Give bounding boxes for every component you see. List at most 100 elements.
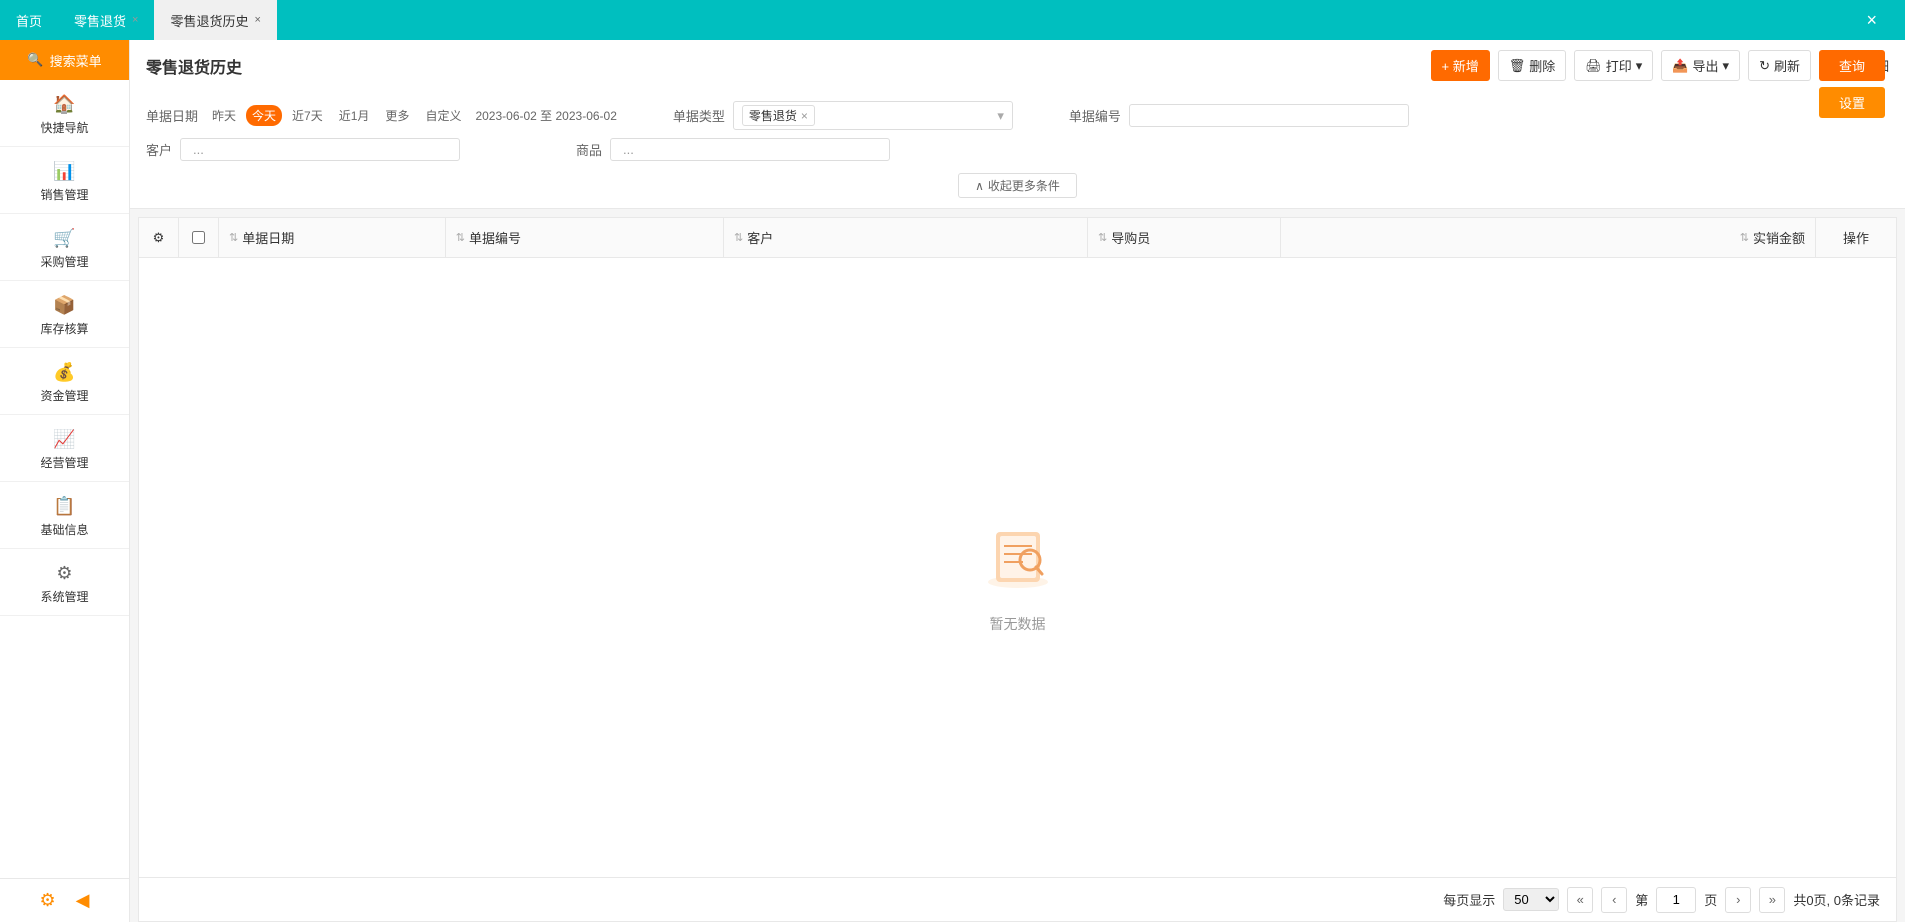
new-button[interactable]: + 新增 (1431, 50, 1490, 81)
pagination-bar: 每页显示 50 10 20 100 « ‹ 第 页 › » 共0页, 0条记录 (139, 877, 1896, 921)
tab-close-return-history[interactable]: × (254, 14, 260, 26)
sidebar-item-sales[interactable]: 📊 销售管理 (0, 147, 129, 214)
sidebar-search[interactable]: 🔍 搜索菜单 (0, 40, 129, 80)
settings-button[interactable]: 设置 (1819, 87, 1885, 118)
filter-action-buttons: 查询 设置 (1819, 50, 1885, 118)
no-label: 单据编号 (1069, 106, 1121, 125)
sidebar-item-quick-nav[interactable]: 🏠 快捷导航 (0, 80, 129, 147)
sidebar-label-operation: 经营管理 (40, 454, 88, 471)
sidebar-label-system: 系统管理 (40, 588, 88, 605)
date-opt-more[interactable]: 更多 (379, 105, 415, 126)
sidebar-item-system[interactable]: ⚙ 系统管理 (0, 549, 129, 616)
sidebar-label-sales: 销售管理 (40, 186, 88, 203)
filter-area: 单据日期 昨天 今天 近7天 近1月 更多 自定义 2023-06-02 至 2… (146, 91, 1889, 208)
tab-label-home: 首页 (16, 11, 42, 30)
customer-label: 客户 (146, 140, 172, 159)
date-options: 昨天 今天 近7天 近1月 更多 自定义 (206, 105, 467, 126)
sidebar-label-purchase: 采购管理 (40, 253, 88, 270)
last-page-button[interactable]: » (1759, 887, 1785, 913)
tab-list: 首页 零售退货 × 零售退货历史 × (0, 0, 1854, 40)
th-op: 操作 (1816, 218, 1896, 257)
sidebar-icon-quick-nav: 🏠 (53, 94, 75, 115)
sidebar-search-label: 搜索菜单 (50, 51, 102, 70)
goods-select[interactable]: ... (610, 138, 890, 161)
settings-col-icon: ⚙ (153, 230, 165, 246)
sort-icon-no[interactable]: ⇅ (456, 231, 465, 244)
sidebar-item-operation[interactable]: 📈 经营管理 (0, 415, 129, 482)
settings-icon[interactable]: ⚙ (40, 890, 56, 911)
date-opt-today[interactable]: 今天 (246, 105, 282, 126)
sidebar-item-finance[interactable]: 💰 资金管理 (0, 348, 129, 415)
page-size-select[interactable]: 50 10 20 100 (1503, 888, 1559, 911)
sidebar-item-inventory[interactable]: 📦 库存核算 (0, 281, 129, 348)
print-icon: 🖨 (1585, 58, 1602, 74)
sort-icon-customer[interactable]: ⇅ (734, 231, 743, 244)
empty-state: 暂无数据 (139, 258, 1896, 877)
th-no: ⇅ 单据编号 (446, 218, 724, 257)
goods-ellipsis[interactable]: ... (619, 142, 638, 157)
tab-label-return: 零售退货 (74, 11, 126, 30)
date-label: 单据日期 (146, 106, 198, 125)
sort-icon-date[interactable]: ⇅ (229, 231, 238, 244)
content-area: 零售退货历史 + 新增 🗑 删除 🖨 打印 ▾ 📤 导出 (130, 40, 1905, 922)
th-check[interactable] (179, 218, 219, 257)
tab-return[interactable]: 零售退货 × (58, 0, 154, 40)
next-page-button[interactable]: › (1725, 887, 1751, 913)
print-button[interactable]: 🖨 打印 ▾ (1574, 50, 1653, 81)
collapse-button[interactable]: ∧ 收起更多条件 (958, 173, 1077, 198)
customer-select[interactable]: ... (180, 138, 460, 161)
tab-home[interactable]: 首页 (0, 0, 58, 40)
prev-page-button[interactable]: ‹ (1601, 887, 1627, 913)
sidebar-item-purchase[interactable]: 🛒 采购管理 (0, 214, 129, 281)
page-header: 零售退货历史 + 新增 🗑 删除 🖨 打印 ▾ 📤 导出 (130, 40, 1905, 209)
sort-icon-amount[interactable]: ⇅ (1740, 231, 1749, 244)
sidebar-label-finance: 资金管理 (40, 387, 88, 404)
page-label: 第 (1635, 890, 1648, 909)
page-title-row: 零售退货历史 + 新增 🗑 删除 🖨 打印 ▾ 📤 导出 (146, 50, 1889, 81)
empty-text: 暂无数据 (990, 614, 1046, 634)
sidebar-icon-finance: 💰 (53, 362, 75, 383)
total-text: 共0页, 0条记录 (1793, 890, 1880, 909)
refresh-icon: ↻ (1759, 58, 1770, 74)
sidebar-item-basic[interactable]: 📋 基础信息 (0, 482, 129, 549)
th-customer: ⇅ 客户 (724, 218, 1088, 257)
filter-row-2: 客户 ... 商品 ... (146, 138, 1889, 161)
no-input[interactable] (1129, 104, 1409, 127)
type-dropdown-icon: ▾ (997, 108, 1004, 124)
collapse-icon[interactable]: ◀ (76, 890, 90, 911)
type-label: 单据类型 (673, 106, 725, 125)
type-tag-remove[interactable]: × (801, 109, 808, 123)
sidebar-icon-system: ⚙ (56, 563, 72, 584)
collapse-icon-btn: ∧ (975, 179, 984, 193)
first-page-button[interactable]: « (1567, 887, 1593, 913)
customer-ellipsis[interactable]: ... (189, 142, 208, 157)
date-opt-7d[interactable]: 近7天 (286, 105, 329, 126)
date-opt-yesterday[interactable]: 昨天 (206, 105, 242, 126)
page-title: 零售退货历史 (146, 54, 242, 78)
tab-return-history[interactable]: 零售退货历史 × (154, 0, 276, 40)
date-opt-custom[interactable]: 自定义 (419, 105, 467, 126)
sort-icon-guide[interactable]: ⇅ (1098, 231, 1107, 244)
select-all-checkbox[interactable] (192, 231, 205, 244)
window-close-icon[interactable]: × (1854, 10, 1889, 31)
date-opt-1m[interactable]: 近1月 (333, 105, 376, 126)
current-page-input[interactable] (1656, 887, 1696, 913)
tab-close-return[interactable]: × (132, 14, 138, 26)
th-guide: ⇅ 导购员 (1088, 218, 1281, 257)
th-date: ⇅ 单据日期 (219, 218, 446, 257)
page-unit: 页 (1704, 890, 1717, 909)
type-select[interactable]: 零售退货 × ▾ (733, 101, 1013, 130)
query-button[interactable]: 查询 (1819, 50, 1885, 81)
page-size-label: 每页显示 (1443, 890, 1495, 909)
tab-label-return-history: 零售退货历史 (170, 11, 248, 30)
delete-button[interactable]: 🗑 删除 (1498, 50, 1567, 81)
export-button[interactable]: 📤 导出 ▾ (1661, 50, 1740, 81)
search-icon: 🔍 (27, 52, 43, 68)
top-bar: 首页 零售退货 × 零售退货历史 × × (0, 0, 1905, 40)
refresh-button[interactable]: ↻ 刷新 (1748, 50, 1811, 81)
filter-goods: 商品 ... (576, 138, 890, 161)
th-settings[interactable]: ⚙ (139, 218, 179, 257)
sidebar-label-basic: 基础信息 (40, 521, 88, 538)
filter-customer: 客户 ... (146, 138, 460, 161)
top-bar-right: × (1854, 10, 1905, 31)
